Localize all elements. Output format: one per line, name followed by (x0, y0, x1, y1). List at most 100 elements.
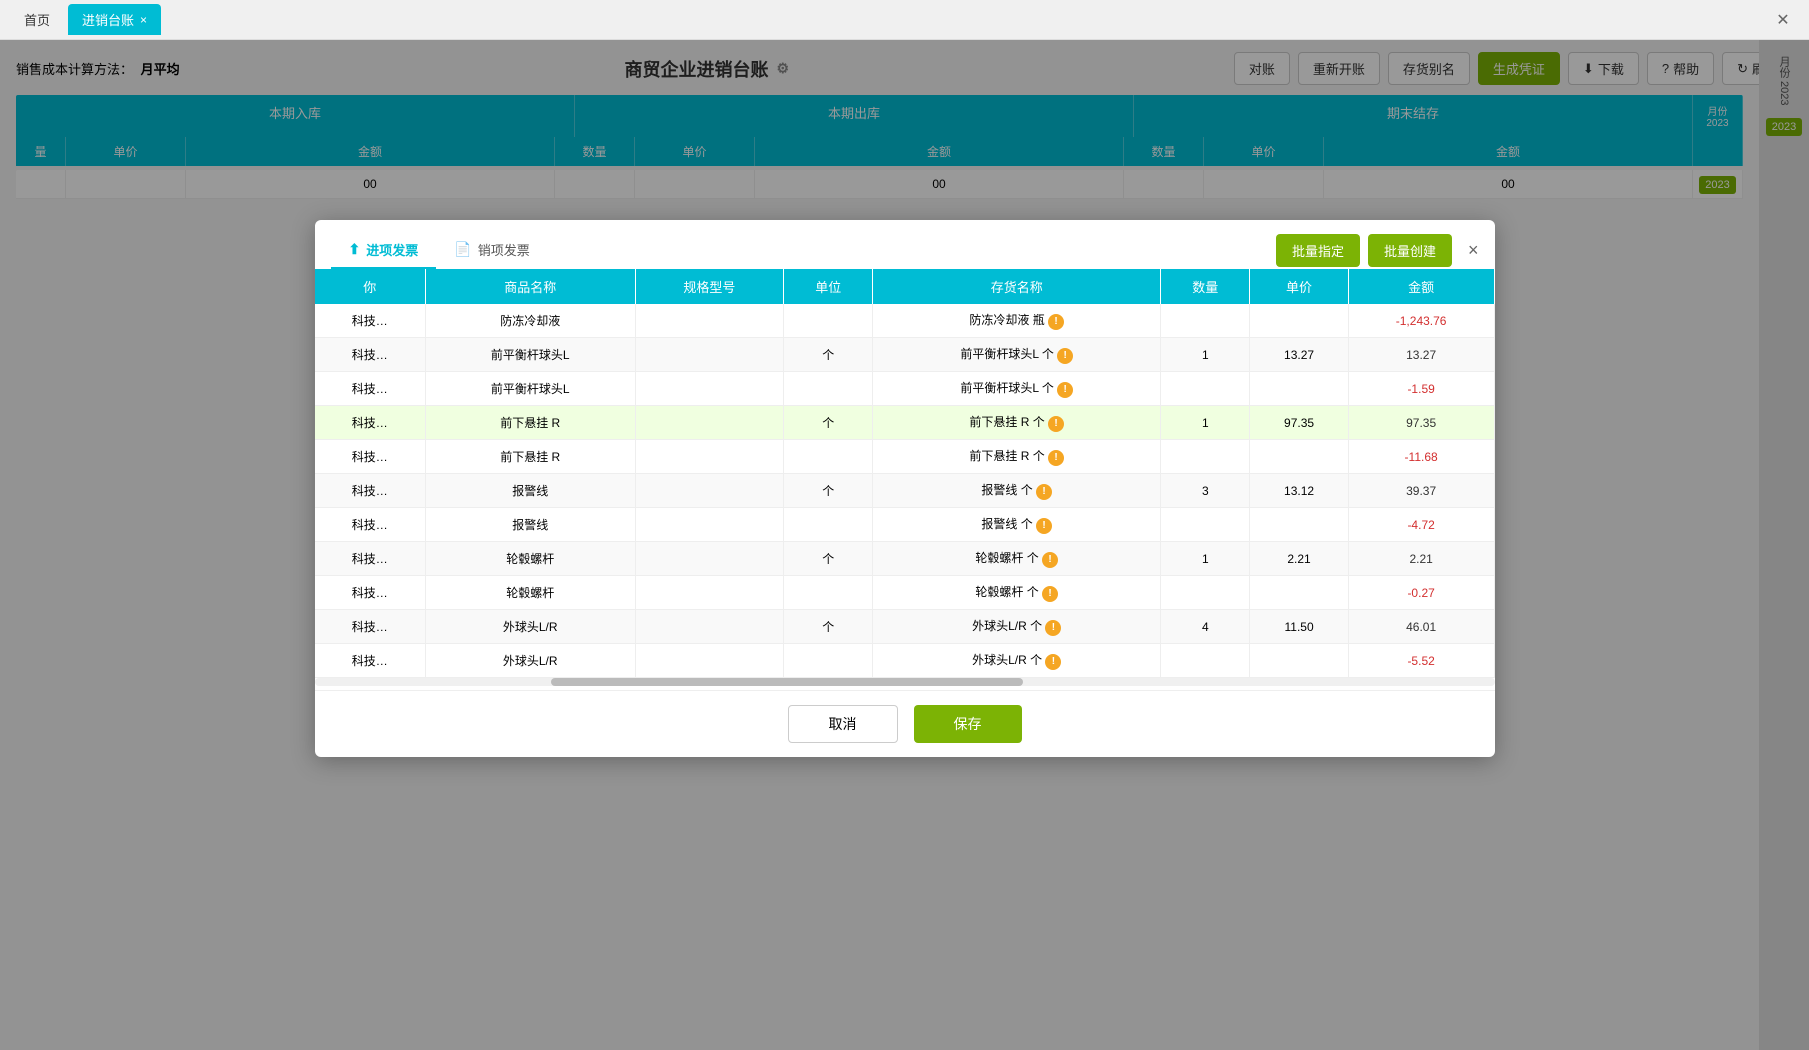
cell-product: 报警线 (425, 474, 635, 508)
tab-home[interactable]: 首页 (10, 4, 64, 35)
tab-ledger[interactable]: 进销台账 × (68, 4, 161, 35)
cell-company: 科技… (315, 474, 426, 508)
tab-close-icon[interactable]: × (140, 13, 147, 27)
col-product-name: 商品名称 (425, 269, 635, 304)
cell-company: 科技… (315, 304, 426, 338)
cell-product: 报警线 (425, 508, 635, 542)
warn-icon[interactable]: ! (1057, 382, 1073, 398)
cell-spec (635, 304, 784, 338)
cell-unit (784, 440, 873, 474)
cell-unit-price: 97.35 (1250, 406, 1348, 440)
cell-unit-price (1250, 372, 1348, 406)
col-spec: 规格型号 (635, 269, 784, 304)
cell-unit-price: 11.50 (1250, 610, 1348, 644)
cell-inventory: 轮毂螺杆 个 ! (873, 542, 1161, 576)
cell-company: 科技… (315, 406, 426, 440)
cell-inventory: 报警线 个 ! (873, 508, 1161, 542)
cell-qty: 1 (1161, 338, 1250, 372)
warn-icon[interactable]: ! (1057, 348, 1073, 364)
cell-qty (1161, 372, 1250, 406)
tab-incoming-invoice[interactable]: ⬆ 进项发票 (331, 232, 437, 269)
warn-icon[interactable]: ! (1045, 620, 1061, 636)
cell-unit: 个 (784, 406, 873, 440)
cell-product: 前下悬挂 R (425, 440, 635, 474)
cancel-button[interactable]: 取消 (788, 705, 898, 743)
cell-inventory: 报警线 个 ! (873, 474, 1161, 508)
warn-icon[interactable]: ! (1048, 314, 1064, 330)
table-row: 科技… 报警线 个 报警线 个 ! 3 13.12 39.37 (315, 474, 1495, 508)
warn-icon[interactable]: ! (1048, 450, 1064, 466)
modal-scrollbar-thumb[interactable] (551, 678, 1023, 686)
cell-spec (635, 338, 784, 372)
save-button[interactable]: 保存 (914, 705, 1022, 743)
modal-table-body: 科技… 防冻冷却液 防冻冷却液 瓶 ! -1,243.76 科技… 前平衡杆球头… (315, 304, 1495, 678)
cell-spec (635, 610, 784, 644)
warn-icon[interactable]: ! (1045, 654, 1061, 670)
table-row: 科技… 报警线 报警线 个 ! -4.72 (315, 508, 1495, 542)
warn-icon[interactable]: ! (1042, 552, 1058, 568)
tab-home-label: 首页 (24, 10, 50, 29)
warn-icon[interactable]: ! (1048, 416, 1064, 432)
cell-amount: -0.27 (1348, 576, 1494, 610)
col-unit: 单位 (784, 269, 873, 304)
cell-unit-price (1250, 576, 1348, 610)
tab-outgoing-invoice[interactable]: 📄 销项发票 (436, 232, 547, 269)
modal-footer: 取消 保存 (315, 690, 1495, 757)
cell-qty (1161, 440, 1250, 474)
cell-unit: 个 (784, 542, 873, 576)
cell-unit-price (1250, 304, 1348, 338)
col-amount: 金额 (1348, 269, 1494, 304)
table-row: 科技… 前下悬挂 R 个 前下悬挂 R 个 ! 1 97.35 97.35 (315, 406, 1495, 440)
col-qty: 数量 (1161, 269, 1250, 304)
cell-company: 科技… (315, 576, 426, 610)
cell-unit-price: 2.21 (1250, 542, 1348, 576)
cell-qty (1161, 304, 1250, 338)
cell-product: 轮毂螺杆 (425, 542, 635, 576)
batch-assign-button[interactable]: 批量指定 (1276, 234, 1360, 267)
warn-icon[interactable]: ! (1042, 586, 1058, 602)
batch-create-button[interactable]: 批量创建 (1368, 234, 1452, 267)
cell-product: 轮毂螺杆 (425, 576, 635, 610)
cell-company: 科技… (315, 338, 426, 372)
cell-product: 防冻冷却液 (425, 304, 635, 338)
modal-table: 你 商品名称 规格型号 单位 存货名称 数量 单价 金额 科技… 防冻冷却液 (315, 269, 1495, 678)
cell-company: 科技… (315, 542, 426, 576)
modal-header-right: 批量指定 批量创建 × (1276, 234, 1479, 267)
cell-spec (635, 508, 784, 542)
modal-scrollbar[interactable] (315, 678, 1495, 686)
cell-spec (635, 644, 784, 678)
main-area: 销售成本计算方法： 月平均 商贸企业进销台账 ⚙ 对账 重新开账 存货别名 生成… (0, 40, 1809, 1050)
cell-inventory: 防冻冷却液 瓶 ! (873, 304, 1161, 338)
cell-product: 外球头L/R (425, 644, 635, 678)
col-company: 你 (315, 269, 426, 304)
table-row: 科技… 外球头L/R 外球头L/R 个 ! -5.52 (315, 644, 1495, 678)
cell-spec (635, 474, 784, 508)
cell-unit: 个 (784, 610, 873, 644)
table-row: 科技… 外球头L/R 个 外球头L/R 个 ! 4 11.50 46.01 (315, 610, 1495, 644)
cell-inventory: 前平衡杆球头L 个 ! (873, 338, 1161, 372)
cell-qty: 3 (1161, 474, 1250, 508)
cell-company: 科技… (315, 440, 426, 474)
warn-icon[interactable]: ! (1036, 484, 1052, 500)
cell-qty (1161, 576, 1250, 610)
warn-icon[interactable]: ! (1036, 518, 1052, 534)
cell-product: 外球头L/R (425, 610, 635, 644)
cell-unit-price: 13.12 (1250, 474, 1348, 508)
modal-table-wrap[interactable]: 你 商品名称 规格型号 单位 存货名称 数量 单价 金额 科技… 防冻冷却液 (315, 269, 1495, 678)
modal-header: ⬆ 进项发票 📄 销项发票 批量指定 批量创建 × (315, 220, 1495, 269)
cell-amount: 13.27 (1348, 338, 1494, 372)
cell-company: 科技… (315, 372, 426, 406)
cell-qty: 1 (1161, 406, 1250, 440)
modal-close-button[interactable]: × (1468, 240, 1479, 261)
tab-ledger-label: 进销台账 (82, 10, 134, 29)
cell-amount: -4.72 (1348, 508, 1494, 542)
modal-dialog: ⬆ 进项发票 📄 销项发票 批量指定 批量创建 × 你 商品 (315, 220, 1495, 757)
cell-amount: -11.68 (1348, 440, 1494, 474)
table-row: 科技… 轮毂螺杆 个 轮毂螺杆 个 ! 1 2.21 2.21 (315, 542, 1495, 576)
cell-unit: 个 (784, 474, 873, 508)
cell-unit (784, 576, 873, 610)
tab-bar: 首页 进销台账 × ✕ (0, 0, 1809, 40)
cell-unit: 个 (784, 338, 873, 372)
window-close-button[interactable]: ✕ (1767, 4, 1799, 36)
modal-tabs: ⬆ 进项发票 📄 销项发票 (331, 232, 548, 269)
